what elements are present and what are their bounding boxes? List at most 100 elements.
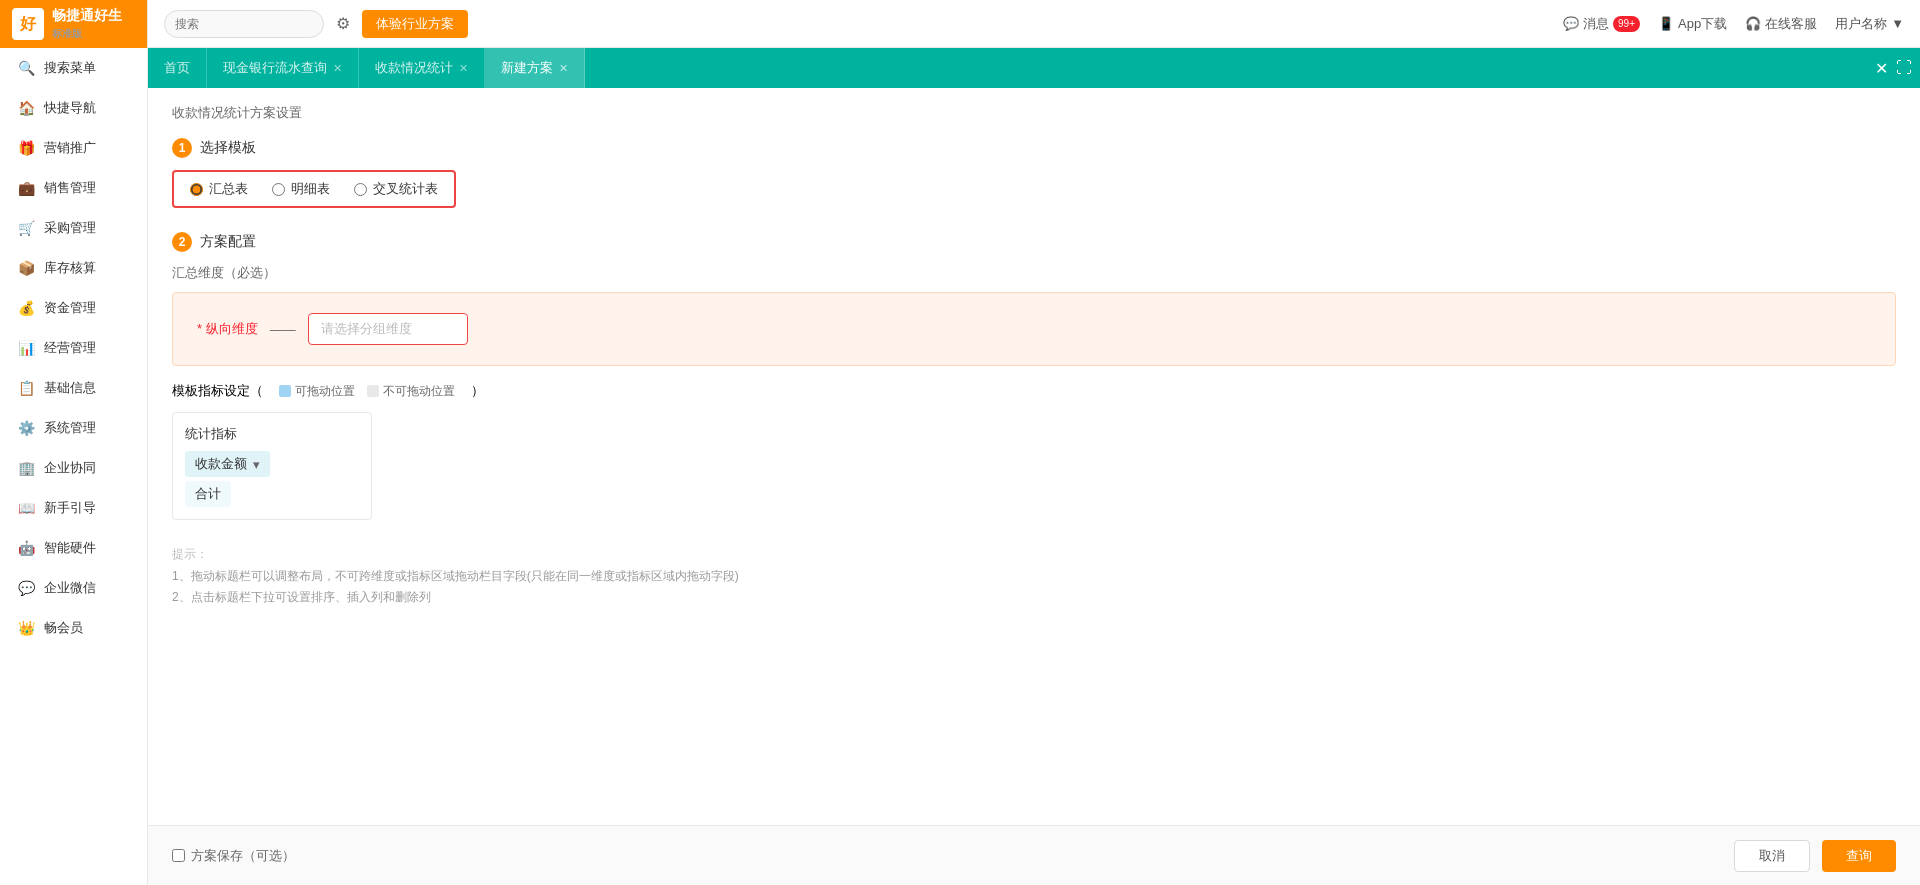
indicators-header: 模板指标设定（ 可拖动位置 不可拖动位置 ） bbox=[172, 382, 1896, 400]
radio-detail-label: 明细表 bbox=[291, 180, 330, 198]
sidebar-item-enterprise-wechat[interactable]: 💬 企业微信 bbox=[0, 568, 147, 608]
sidebar-label-members: 畅会员 bbox=[44, 619, 83, 637]
legend-draggable-label: 可拖动位置 bbox=[295, 383, 355, 400]
tips-area: 提示： 1、拖动标题栏可以调整布局，不可跨维度或指标区域拖动栏目字段(只能在同一… bbox=[172, 544, 1896, 609]
service-icon: 🎧 bbox=[1745, 16, 1761, 31]
gear-icon[interactable]: ⚙ bbox=[336, 14, 350, 33]
tips-title: 提示： bbox=[172, 547, 208, 561]
sidebar-logo: 好 畅捷通好生 标准版 bbox=[0, 0, 147, 48]
radio-summary[interactable]: 汇总表 bbox=[190, 180, 248, 198]
topbar-left: ⚙ 体验行业方案 bbox=[164, 10, 468, 38]
search-input[interactable] bbox=[164, 10, 324, 38]
sidebar-item-marketing[interactable]: 🎁 营销推广 bbox=[0, 128, 147, 168]
tab-home[interactable]: 首页 bbox=[148, 48, 207, 88]
sidebar-item-purchase[interactable]: 🛒 采购管理 bbox=[0, 208, 147, 248]
tabbar-right: ✕ ⛶ bbox=[1875, 48, 1920, 88]
sidebar-label-system: 系统管理 bbox=[44, 419, 96, 437]
sidebar-label-basic-info: 基础信息 bbox=[44, 379, 96, 397]
cancel-button[interactable]: 取消 bbox=[1734, 840, 1810, 872]
section-template: 1 选择模板 汇总表 明细表 bbox=[172, 138, 1896, 208]
section-config: 2 方案配置 汇总维度（必选） * 纵向维度 —— 请选择分组维度 bbox=[172, 232, 1896, 609]
sidebar-item-beginner[interactable]: 📖 新手引导 bbox=[0, 488, 147, 528]
save-label: 方案保存（可选） bbox=[191, 847, 295, 865]
download-icon: 📱 bbox=[1658, 16, 1674, 31]
tab-new-plan[interactable]: 新建方案 ✕ bbox=[485, 48, 585, 88]
content-wrapper: 收款情况统计方案设置 1 选择模板 汇总表 明细表 bbox=[148, 88, 1920, 885]
indicator-tag-collection[interactable]: 收款金额 ▾ bbox=[185, 451, 270, 477]
operations-icon: 📊 bbox=[16, 338, 36, 358]
sidebar-label-smart-hw: 智能硬件 bbox=[44, 539, 96, 557]
industry-btn[interactable]: 体验行业方案 bbox=[362, 10, 468, 38]
indicators-legend: 可拖动位置 不可拖动位置 bbox=[279, 383, 455, 400]
topbar-right: 💬 消息 99+ 📱 App下载 🎧 在线客服 用户名称 ▼ bbox=[1563, 15, 1904, 33]
dimension-select[interactable]: 请选择分组维度 bbox=[308, 313, 468, 345]
radio-cross[interactable]: 交叉统计表 bbox=[354, 180, 438, 198]
dimension-group-label: 汇总维度（必选） bbox=[172, 264, 1896, 282]
user-name: 用户名称 bbox=[1835, 15, 1887, 33]
basic-info-icon: 📋 bbox=[16, 378, 36, 398]
sidebar-item-search-menu[interactable]: 🔍 搜索菜单 bbox=[0, 48, 147, 88]
sidebar-item-members[interactable]: 👑 畅会员 bbox=[0, 608, 147, 648]
beginner-icon: 📖 bbox=[16, 498, 36, 518]
subtotal-label: 合计 bbox=[185, 481, 231, 507]
section1-header: 1 选择模板 bbox=[172, 138, 1896, 158]
dimension-placeholder: 请选择分组维度 bbox=[321, 321, 412, 336]
sidebar-item-quick-nav[interactable]: 🏠 快捷导航 bbox=[0, 88, 147, 128]
sidebar-label-operations: 经营管理 bbox=[44, 339, 96, 357]
sidebar-label-enterprise-collab: 企业协同 bbox=[44, 459, 96, 477]
sidebar-item-enterprise-collab[interactable]: 🏢 企业协同 bbox=[0, 448, 147, 488]
main-area: ⚙ 体验行业方案 💬 消息 99+ 📱 App下载 🎧 在线客服 用户名称 ▼ bbox=[148, 0, 1920, 885]
legend-fixed: 不可拖动位置 bbox=[367, 383, 455, 400]
query-button[interactable]: 查询 bbox=[1822, 840, 1896, 872]
sidebar-item-smart-hw[interactable]: 🤖 智能硬件 bbox=[0, 528, 147, 568]
sales-icon: 💼 bbox=[16, 178, 36, 198]
user-info[interactable]: 用户名称 ▼ bbox=[1835, 15, 1904, 33]
app-download-btn[interactable]: 📱 App下载 bbox=[1658, 15, 1727, 33]
page-wrapper: 收款情况统计方案设置 1 选择模板 汇总表 明细表 bbox=[148, 88, 1920, 825]
user-chevron-icon: ▼ bbox=[1891, 16, 1904, 31]
legend-fixed-box bbox=[367, 385, 379, 397]
legend-draggable: 可拖动位置 bbox=[279, 383, 355, 400]
tab-collection-stats[interactable]: 收款情况统计 ✕ bbox=[359, 48, 485, 88]
radio-summary-label: 汇总表 bbox=[209, 180, 248, 198]
tab-bank-flow-close[interactable]: ✕ bbox=[333, 62, 342, 75]
marketing-icon: 🎁 bbox=[16, 138, 36, 158]
section2-title: 方案配置 bbox=[200, 233, 256, 251]
tab-collection-stats-close[interactable]: ✕ bbox=[459, 62, 468, 75]
radio-cross-input[interactable] bbox=[354, 183, 367, 196]
indicators-title: 统计指标 bbox=[185, 425, 359, 443]
radio-detail[interactable]: 明细表 bbox=[272, 180, 330, 198]
radio-detail-input[interactable] bbox=[272, 183, 285, 196]
tab-collection-stats-label: 收款情况统计 bbox=[375, 59, 453, 77]
enterprise-collab-icon: 🏢 bbox=[16, 458, 36, 478]
indicators-label: 模板指标设定（ bbox=[172, 382, 263, 400]
sidebar-item-operations[interactable]: 📊 经营管理 bbox=[0, 328, 147, 368]
sidebar-item-basic-info[interactable]: 📋 基础信息 bbox=[0, 368, 147, 408]
indicator-tag-label: 收款金额 bbox=[195, 455, 247, 473]
sidebar-item-sales[interactable]: 💼 销售管理 bbox=[0, 168, 147, 208]
message-btn[interactable]: 💬 消息 99+ bbox=[1563, 15, 1640, 33]
save-option[interactable]: 方案保存（可选） bbox=[172, 847, 295, 865]
system-icon: ⚙️ bbox=[16, 418, 36, 438]
sidebar-item-system[interactable]: ⚙️ 系统管理 bbox=[0, 408, 147, 448]
footer-buttons: 取消 查询 bbox=[1734, 840, 1896, 872]
tip-line-1: 1、拖动标题栏可以调整布局，不可跨维度或指标区域拖动栏目字段(只能在同一维度或指… bbox=[172, 566, 1896, 588]
tab-bank-flow[interactable]: 现金银行流水查询 ✕ bbox=[207, 48, 359, 88]
service-btn[interactable]: 🎧 在线客服 bbox=[1745, 15, 1817, 33]
message-label: 消息 bbox=[1583, 15, 1609, 33]
service-label: 在线客服 bbox=[1765, 15, 1817, 33]
page-footer: 方案保存（可选） 取消 查询 bbox=[148, 825, 1920, 885]
tab-maximize-icon[interactable]: ⛶ bbox=[1896, 59, 1912, 77]
tab-new-plan-close[interactable]: ✕ bbox=[559, 62, 568, 75]
radio-summary-input[interactable] bbox=[190, 183, 203, 196]
indicators-panel: 统计指标 收款金额 ▾ 合计 bbox=[172, 412, 372, 520]
members-icon: 👑 bbox=[16, 618, 36, 638]
sidebar-item-finance[interactable]: 💰 资金管理 bbox=[0, 288, 147, 328]
indicator-chevron-icon: ▾ bbox=[253, 457, 260, 472]
save-checkbox[interactable] bbox=[172, 849, 185, 862]
indicators-label-close: ） bbox=[471, 382, 484, 400]
logo-sub: 标准版 bbox=[52, 27, 122, 41]
tab-close-all-icon[interactable]: ✕ bbox=[1875, 59, 1888, 78]
sidebar-item-inventory[interactable]: 📦 库存核算 bbox=[0, 248, 147, 288]
tab-new-plan-label: 新建方案 bbox=[501, 59, 553, 77]
